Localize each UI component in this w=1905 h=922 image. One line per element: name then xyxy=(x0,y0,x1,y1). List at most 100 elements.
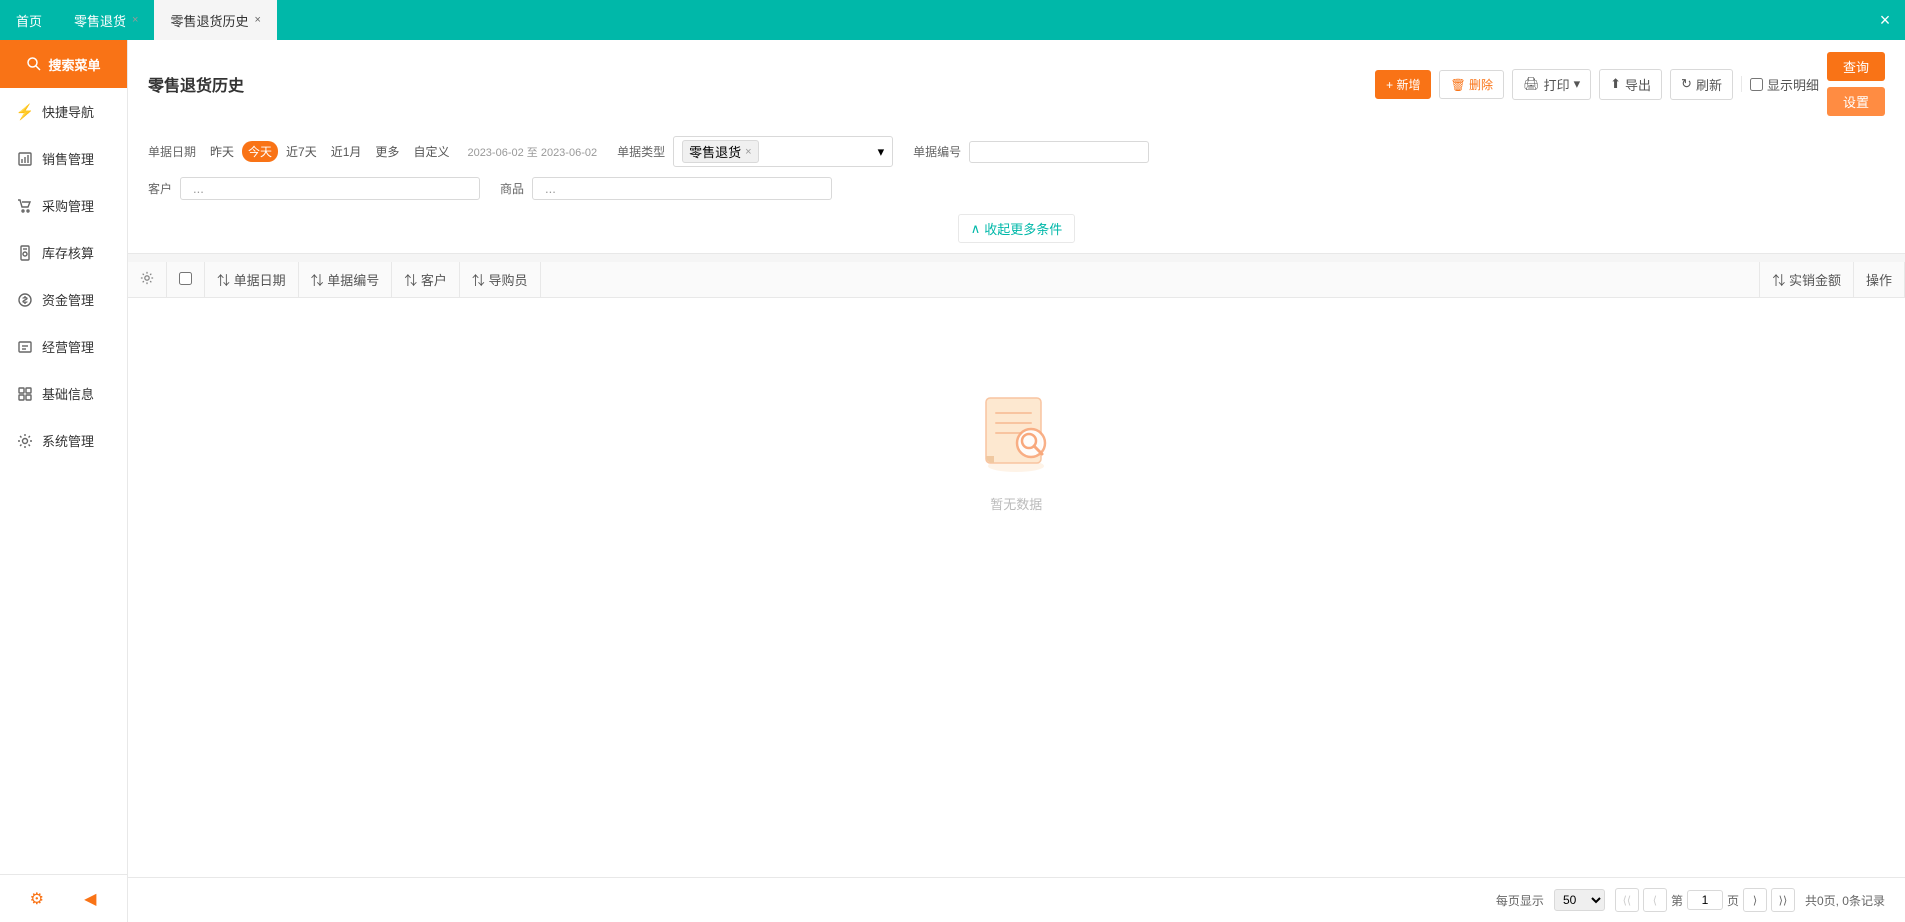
th-checkbox[interactable] xyxy=(167,262,205,298)
goods-dots: ... xyxy=(545,181,556,196)
page-title-bar: 零售退货历史 + 新增 🗑 删除 🖨 打印 ▾ ⬆ 导出 ↻ xyxy=(148,52,1885,126)
table-area: ⇅ 单据日期 ⇅ 单据编号 ⇅ 客户 ⇅ 导购员 ⇅ xyxy=(128,262,1905,877)
empty-state-text: 暂无数据 xyxy=(990,494,1042,513)
th-date[interactable]: ⇅ 单据日期 xyxy=(205,262,299,298)
date-btn-today[interactable]: 今天 xyxy=(242,141,278,162)
date-btn-1month[interactable]: 近1月 xyxy=(325,141,368,162)
quick-nav-icon: ⚡ xyxy=(16,103,34,121)
type-filter-select[interactable]: 零售退货 × ▾ xyxy=(673,136,893,167)
type-filter-tag: 零售退货 × xyxy=(682,140,758,163)
sidebar-item-finance-mgmt[interactable]: 资金管理 xyxy=(0,276,127,323)
page-number-input[interactable] xyxy=(1687,890,1723,910)
refresh-icon: ↻ xyxy=(1681,76,1692,92)
sidebar-item-system-mgmt-label: 系统管理 xyxy=(42,431,94,450)
goods-filter-input[interactable]: ... xyxy=(532,177,832,200)
page-last-button[interactable]: ⟩⟩ xyxy=(1771,888,1795,912)
page-header: 零售退货历史 + 新增 🗑 删除 🖨 打印 ▾ ⬆ 导出 ↻ xyxy=(128,40,1905,254)
delete-button[interactable]: 🗑 删除 xyxy=(1439,70,1504,99)
print-icon: 🖨 xyxy=(1523,76,1540,92)
sidebar-bottom: ⚙ ◀ xyxy=(0,874,127,922)
page-label-before: 第 xyxy=(1671,892,1683,909)
sidebar-item-sales-mgmt[interactable]: 销售管理 xyxy=(0,135,127,182)
sidebar-item-purchase-mgmt-label: 采购管理 xyxy=(42,196,94,215)
tab-home[interactable]: 首页 xyxy=(0,0,58,40)
sidebar-item-quick-nav-label: 快捷导航 xyxy=(42,102,94,121)
goods-filter-label: 商品 xyxy=(500,180,524,197)
sidebar-search[interactable]: 搜索菜单 xyxy=(0,40,127,88)
export-label: 导出 xyxy=(1625,75,1651,94)
show-detail-checkbox-label[interactable]: 显示明细 xyxy=(1750,75,1819,94)
date-btn-custom[interactable]: 自定义 xyxy=(407,141,455,162)
th-amount[interactable]: ⇅ 实销金额 xyxy=(1760,262,1854,298)
th-settings[interactable] xyxy=(128,262,167,298)
sidebar-item-basic-info[interactable]: 基础信息 xyxy=(0,370,127,417)
export-icon: ⬆ xyxy=(1610,76,1621,92)
tab-retail-return-history-close[interactable]: × xyxy=(254,14,260,26)
query-button[interactable]: 查询 xyxy=(1827,52,1885,81)
customer-filter-input[interactable]: ... xyxy=(180,177,480,200)
empty-state-cell: 暂无数据 xyxy=(128,298,1905,594)
filter-area: 单据日期 昨天 今天 近7天 近1月 更多 自定义 2023-06-02 至 2… xyxy=(148,126,1885,253)
type-filter-label: 单据类型 xyxy=(617,143,665,160)
tab-retail-return-history-label: 零售退货历史 xyxy=(170,11,248,30)
date-btn-7days[interactable]: 近7天 xyxy=(280,141,323,162)
refresh-button[interactable]: ↻ 刷新 xyxy=(1670,69,1733,100)
customer-filter-label: 客户 xyxy=(148,180,172,197)
sidebar-item-quick-nav[interactable]: ⚡ 快捷导航 xyxy=(0,88,127,135)
sidebar-item-inventory-calc[interactable]: 库存核算 xyxy=(0,229,127,276)
tab-retail-return-close[interactable]: × xyxy=(132,14,138,26)
purchase-mgmt-icon xyxy=(16,197,34,215)
page-prev-button[interactable]: ⟨ xyxy=(1643,888,1667,912)
th-spacer xyxy=(540,262,1760,298)
th-amount-label: ⇅ 实销金额 xyxy=(1772,273,1841,288)
number-filter-group: 单据编号 xyxy=(913,141,1149,163)
collapse-sidebar-icon[interactable]: ◀ xyxy=(76,885,104,913)
show-detail-label: 显示明细 xyxy=(1767,75,1819,94)
window-close-button[interactable]: × xyxy=(1865,0,1905,40)
sidebar-item-purchase-mgmt[interactable]: 采购管理 xyxy=(0,182,127,229)
type-filter-group: 单据类型 零售退货 × ▾ xyxy=(617,136,893,167)
empty-state-icon xyxy=(966,378,1066,478)
top-bar: 首页 零售退货 × 零售退货历史 × × xyxy=(0,0,1905,40)
date-btn-more[interactable]: 更多 xyxy=(369,141,405,162)
settings-bottom-icon[interactable]: ⚙ xyxy=(23,885,51,913)
date-range-text: 2023-06-02 至 2023-06-02 xyxy=(467,144,597,160)
th-number[interactable]: ⇅ 单据编号 xyxy=(298,262,392,298)
sidebar-item-ops-mgmt-label: 经营管理 xyxy=(42,337,94,356)
main-layout: 搜索菜单 ⚡ 快捷导航 销售管理 xyxy=(0,40,1905,922)
sidebar-item-basic-info-label: 基础信息 xyxy=(42,384,94,403)
toolbar-divider xyxy=(1741,76,1742,92)
tab-retail-return-history[interactable]: 零售退货历史 × xyxy=(154,0,276,40)
tab-home-label: 首页 xyxy=(16,11,42,30)
sidebar-item-ops-mgmt[interactable]: 经营管理 xyxy=(0,323,127,370)
column-settings-icon xyxy=(140,271,154,285)
th-guide[interactable]: ⇅ 导购员 xyxy=(459,262,540,298)
show-detail-checkbox[interactable] xyxy=(1750,78,1763,91)
per-page-select[interactable]: 50 100 200 xyxy=(1554,889,1605,911)
print-button[interactable]: 🖨 打印 ▾ xyxy=(1512,69,1591,100)
ops-mgmt-icon xyxy=(16,338,34,356)
content-area: 零售退货历史 + 新增 🗑 删除 🖨 打印 ▾ ⬆ 导出 ↻ xyxy=(128,40,1905,922)
basic-info-icon xyxy=(16,385,34,403)
inventory-calc-icon xyxy=(16,244,34,262)
export-button[interactable]: ⬆ 导出 xyxy=(1599,69,1662,100)
select-all-checkbox[interactable] xyxy=(179,272,192,285)
th-customer[interactable]: ⇅ 客户 xyxy=(392,262,460,298)
date-btn-yesterday[interactable]: 昨天 xyxy=(204,141,240,162)
tab-retail-return[interactable]: 零售退货 × xyxy=(58,0,154,40)
page-next-button[interactable]: ⟩ xyxy=(1743,888,1767,912)
type-tag-close[interactable]: × xyxy=(745,146,751,158)
print-label: 打印 xyxy=(1544,75,1570,94)
date-filter-buttons: 昨天 今天 近7天 近1月 更多 自定义 xyxy=(204,141,455,162)
page-first-button[interactable]: ⟨⟨ xyxy=(1615,888,1639,912)
sidebar-item-system-mgmt[interactable]: 系统管理 xyxy=(0,417,127,464)
th-customer-label: ⇅ 客户 xyxy=(404,273,447,288)
sidebar-item-finance-mgmt-label: 资金管理 xyxy=(42,290,94,309)
new-button[interactable]: + 新增 xyxy=(1375,70,1431,99)
setting-button[interactable]: 设置 xyxy=(1827,87,1885,116)
page-nav: ⟨⟨ ⟨ 第 页 ⟩ ⟩⟩ xyxy=(1615,888,1795,912)
per-page-label: 每页显示 xyxy=(1496,892,1544,909)
number-filter-input[interactable] xyxy=(969,141,1149,163)
collapse-button[interactable]: ∧ 收起更多条件 xyxy=(958,214,1076,243)
collapse-up-icon: ∧ xyxy=(971,221,981,237)
